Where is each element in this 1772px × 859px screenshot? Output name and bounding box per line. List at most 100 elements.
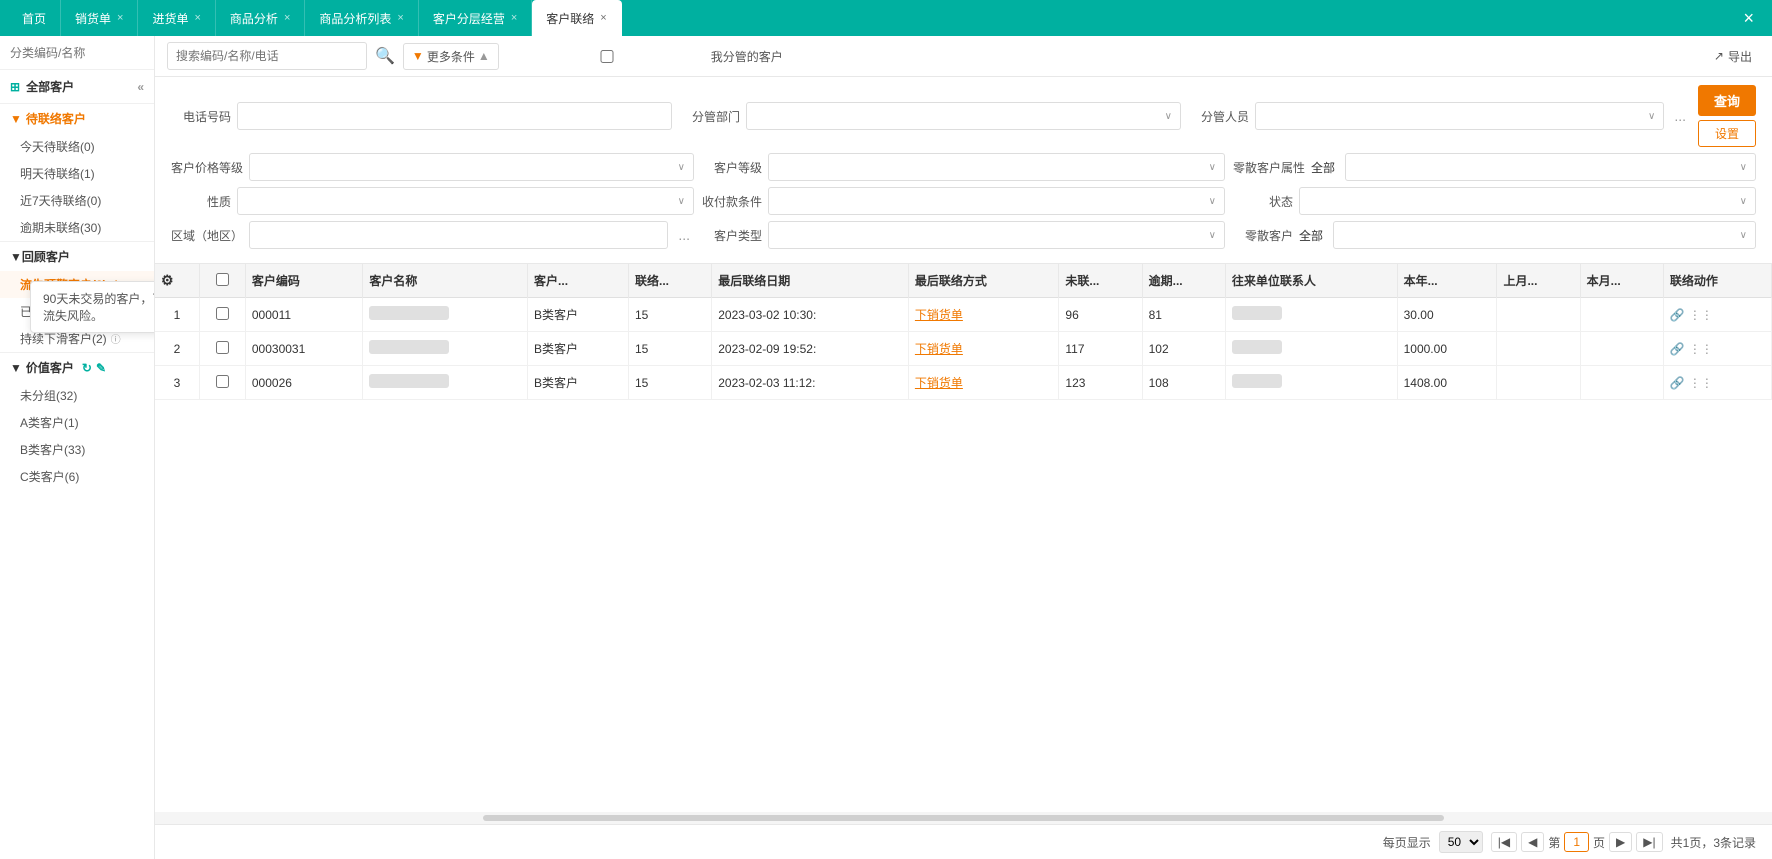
- manager-select[interactable]: ∨: [1255, 102, 1664, 130]
- cust-type-select[interactable]: ∨: [768, 221, 1225, 249]
- dept-select[interactable]: ∨: [746, 102, 1181, 130]
- customer-table: ⚙ 客户编码 客户名称 客户...: [155, 264, 1772, 400]
- col-overdue[interactable]: 逾期...: [1142, 264, 1225, 298]
- first-page-btn[interactable]: |◀: [1491, 832, 1517, 852]
- horizontal-scrollbar[interactable]: [155, 812, 1772, 824]
- col-last-way[interactable]: 最后联络方式: [908, 264, 1059, 298]
- cell-this-year-1: 1000.00: [1397, 332, 1497, 366]
- tab-customer-segment[interactable]: 客户分层经营 ×: [419, 0, 532, 36]
- gender-select[interactable]: ∨: [237, 187, 694, 215]
- sidebar-item-class-a[interactable]: A类客户(1): [0, 409, 154, 436]
- refresh-icon[interactable]: ↻: [82, 361, 92, 375]
- sidebar-value-group[interactable]: ▼ 价值客户 ↻ ✎: [0, 352, 154, 382]
- col-contact[interactable]: 联络...: [628, 264, 711, 298]
- filter-status: 状态 ∨: [1233, 187, 1756, 215]
- action-link-icon-0[interactable]: 🔗: [1670, 308, 1685, 322]
- my-customers-checkbox[interactable]: [507, 50, 707, 63]
- tab-home[interactable]: 首页: [8, 0, 61, 36]
- cell-checkbox-0[interactable]: [199, 298, 245, 332]
- col-last-month[interactable]: 上月...: [1497, 264, 1580, 298]
- tab-purchase[interactable]: 进货单 ×: [138, 0, 215, 36]
- cell-last-month-0: [1497, 298, 1580, 332]
- col-unit-contact[interactable]: 往来单位联系人: [1225, 264, 1397, 298]
- col-last-date[interactable]: 最后联络日期: [712, 264, 909, 298]
- cell-last-way-0[interactable]: 下销货单: [908, 298, 1059, 332]
- settings-button[interactable]: 设置: [1698, 120, 1756, 147]
- lost-arrow-icon: ▼: [10, 250, 22, 264]
- cell-checkbox-1[interactable]: [199, 332, 245, 366]
- sidebar-item-class-b[interactable]: B类客户(33): [0, 436, 154, 463]
- more-conditions-btn[interactable]: ▼ 更多条件 ▲: [403, 43, 499, 70]
- close-connect-tab[interactable]: ×: [600, 12, 606, 24]
- phone-input[interactable]: [237, 102, 672, 130]
- close-goods-list-tab[interactable]: ×: [397, 12, 403, 24]
- sidebar-search-input[interactable]: [10, 46, 155, 60]
- sidebar-item-overdue[interactable]: 逾期未联络(30): [0, 214, 154, 241]
- col-this-year[interactable]: 本年...: [1397, 264, 1497, 298]
- advanced-filter-panel: 电话号码 分管部门 ∨ 分管人员 ∨ ...: [155, 77, 1772, 264]
- manager-dots[interactable]: ...: [1670, 108, 1690, 124]
- lost-tooltip: 90天未交易的客户，可能有流失风险。: [30, 281, 155, 333]
- sidebar-lost-group[interactable]: ▼ 回顾客户: [0, 241, 154, 271]
- pagination-summary: 共1页，3条记录: [1671, 834, 1756, 851]
- cust-type-chevron-icon: ∨: [1209, 230, 1216, 241]
- col-not-contact[interactable]: 未联...: [1059, 264, 1142, 298]
- action-more-icon-1[interactable]: ⋮⋮: [1689, 342, 1713, 356]
- payment-select[interactable]: ∨: [768, 187, 1225, 215]
- zero-cust-select[interactable]: ∨: [1333, 221, 1756, 249]
- last-page-btn[interactable]: ▶|: [1636, 832, 1662, 852]
- action-link-icon-2[interactable]: 🔗: [1670, 376, 1685, 390]
- col-name[interactable]: 客户名称: [363, 264, 528, 298]
- prev-page-btn[interactable]: ◀: [1521, 832, 1544, 852]
- action-more-icon-2[interactable]: ⋮⋮: [1689, 376, 1713, 390]
- sidebar-pending-group[interactable]: ▼ 待联络客户: [0, 104, 154, 133]
- tab-goods-analysis-list[interactable]: 商品分析列表 ×: [305, 0, 418, 36]
- next-page-btn[interactable]: ▶: [1609, 832, 1632, 852]
- close-sales-tab[interactable]: ×: [117, 12, 123, 24]
- sidebar-item-tomorrow[interactable]: 明天待联络(1): [0, 160, 154, 187]
- filter-zero-attr: 零散客户属性 全部 ∨: [1233, 153, 1756, 181]
- status-select[interactable]: ∨: [1299, 187, 1756, 215]
- sidebar-collapse-btn[interactable]: «: [137, 80, 144, 94]
- area-select[interactable]: [249, 221, 668, 249]
- cell-code-1: 00030031: [245, 332, 363, 366]
- export-button[interactable]: ↗ 导出: [1706, 44, 1760, 69]
- tab-customer-connect[interactable]: 客户联络 ×: [532, 0, 621, 36]
- close-purchase-tab[interactable]: ×: [194, 12, 200, 24]
- search-input[interactable]: [167, 42, 367, 70]
- close-goods-analysis-tab[interactable]: ×: [284, 12, 290, 24]
- action-link-icon-1[interactable]: 🔗: [1670, 342, 1685, 356]
- sidebar-item-class-c[interactable]: C类客户(6): [0, 463, 154, 490]
- col-level[interactable]: 客户...: [528, 264, 629, 298]
- sidebar-all-customers[interactable]: ⊞ 全部客户 «: [0, 70, 154, 104]
- zero-attr-select[interactable]: ∨: [1345, 153, 1756, 181]
- scrollbar-thumb[interactable]: [483, 815, 1444, 821]
- price-level-chevron-icon: ∨: [678, 162, 685, 173]
- price-level-select[interactable]: ∨: [249, 153, 694, 181]
- tab-goods-analysis[interactable]: 商品分析 ×: [216, 0, 305, 36]
- cell-checkbox-2[interactable]: [199, 366, 245, 400]
- action-buttons: 查询 设置: [1698, 85, 1756, 147]
- action-more-icon-0[interactable]: ⋮⋮: [1689, 308, 1713, 322]
- col-code[interactable]: 客户编码: [245, 264, 363, 298]
- window-close-button[interactable]: ×: [1733, 8, 1764, 29]
- select-all-checkbox[interactable]: [216, 273, 229, 286]
- search-icon-filter[interactable]: 🔍: [375, 46, 395, 66]
- cust-level-select[interactable]: ∨: [768, 153, 1225, 181]
- my-customers-checkbox-label[interactable]: 我分管的客户: [507, 48, 783, 65]
- sidebar-item-ungrouped[interactable]: 未分组(32): [0, 382, 154, 409]
- edit-icon[interactable]: ✎: [96, 361, 106, 375]
- sidebar-item-7days[interactable]: 近7天待联络(0): [0, 187, 154, 214]
- value-arrow-icon: ▼: [10, 361, 22, 375]
- area-dots[interactable]: ...: [674, 227, 694, 243]
- sidebar-item-today[interactable]: 今天待联络(0): [0, 133, 154, 160]
- tab-sales[interactable]: 销货单 ×: [61, 0, 138, 36]
- per-page-select[interactable]: 50: [1439, 831, 1483, 853]
- table-row: 3 000026 B类客户 15 2023-02-03 11:12: 下销货单 …: [155, 366, 1772, 400]
- query-button[interactable]: 查询: [1698, 85, 1756, 116]
- close-segment-tab[interactable]: ×: [511, 12, 517, 24]
- table-settings-icon[interactable]: ⚙: [161, 272, 174, 289]
- col-this-month[interactable]: 本月...: [1580, 264, 1663, 298]
- cell-last-way-1[interactable]: 下销货单: [908, 332, 1059, 366]
- cell-last-way-2[interactable]: 下销货单: [908, 366, 1059, 400]
